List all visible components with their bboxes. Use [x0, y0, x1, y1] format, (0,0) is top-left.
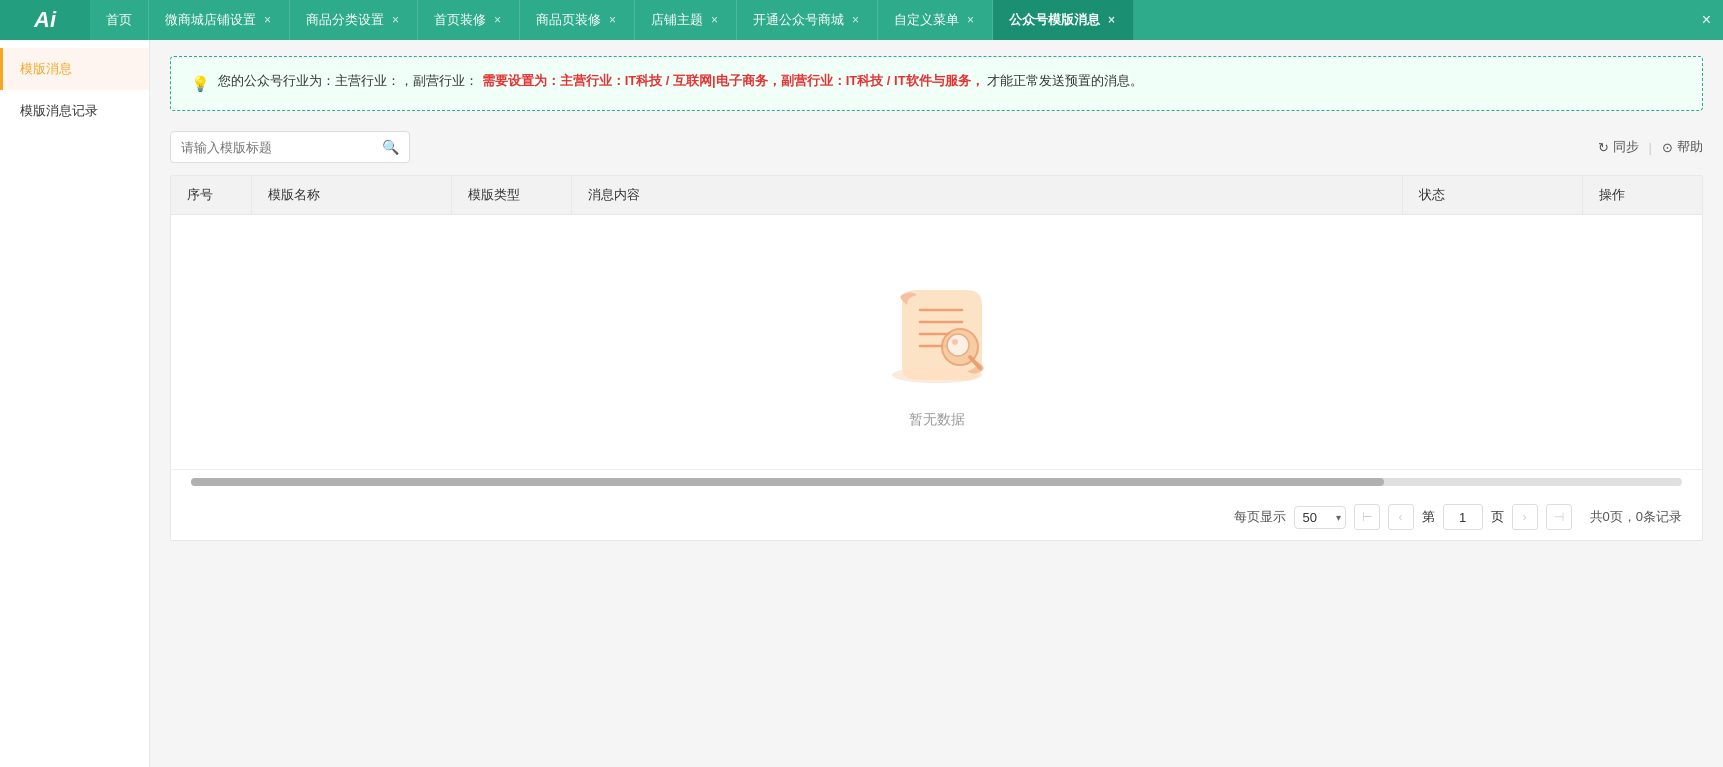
search-actions: ↻ 同步 | ⊙ 帮助 [1598, 138, 1703, 156]
info-banner-text: 您的公众号行业为：主营行业：，副营行业： 需要设置为：主营行业：IT科技 / 互… [218, 71, 1143, 92]
table-container: 序号模版名称模版类型消息内容状态操作 [170, 175, 1703, 541]
table-head: 序号模版名称模版类型消息内容状态操作 [171, 176, 1702, 215]
total-info: 共0页，0条记录 [1590, 508, 1682, 526]
nav-tab-close-5[interactable]: × [709, 13, 720, 27]
search-bar: 🔍 ↻ 同步 | ⊙ 帮助 [170, 131, 1703, 163]
top-nav: Ai 首页微商城店铺设置×商品分类设置×首页装修×商品页装修×店铺主题×开通公众… [0, 0, 1723, 40]
empty-illustration [872, 275, 1002, 395]
sidebar-item-1[interactable]: 模版消息记录 [0, 90, 149, 132]
content-area: 💡 您的公众号行业为：主营行业：，副营行业： 需要设置为：主营行业：IT科技 /… [150, 40, 1723, 767]
sync-label: 同步 [1613, 138, 1639, 156]
nav-tab-5[interactable]: 店铺主题× [635, 0, 737, 40]
data-table: 序号模版名称模版类型消息内容状态操作 [171, 176, 1702, 215]
nav-tab-7[interactable]: 自定义菜单× [878, 0, 993, 40]
per-page-select[interactable]: 50 20 100 [1294, 506, 1346, 529]
help-button[interactable]: ⊙ 帮助 [1662, 138, 1703, 156]
divider: | [1649, 140, 1652, 155]
logo-text: Ai [34, 7, 56, 33]
search-input-wrap[interactable]: 🔍 [170, 131, 410, 163]
table-header-col-5: 操作 [1582, 176, 1702, 215]
search-icon[interactable]: 🔍 [382, 139, 399, 155]
scroll-bar[interactable] [191, 478, 1682, 486]
nav-tab-close-3[interactable]: × [492, 13, 503, 27]
page-unit: 页 [1491, 508, 1504, 526]
sidebar: 模版消息模版消息记录 [0, 40, 150, 767]
nav-tab-close-8[interactable]: × [1106, 13, 1117, 27]
svg-point-6 [947, 334, 969, 356]
info-banner-prefix: 您的公众号行业为：主营行业：，副营行业： [218, 73, 478, 88]
info-banner-highlight: 需要设置为：主营行业：IT科技 / 互联网|电子商务，副营行业：IT科技 / I… [482, 73, 984, 88]
page-label: 第 [1422, 508, 1435, 526]
nav-tab-2[interactable]: 商品分类设置× [290, 0, 418, 40]
scroll-bar-thumb [191, 478, 1384, 486]
nav-tab-1[interactable]: 微商城店铺设置× [149, 0, 290, 40]
table-header-row: 序号模版名称模版类型消息内容状态操作 [171, 176, 1702, 215]
svg-point-8 [952, 339, 958, 345]
close-all-button[interactable]: × [1690, 11, 1723, 29]
scroll-bar-wrap [171, 469, 1702, 494]
sync-icon: ↻ [1598, 140, 1609, 155]
table-header-col-3: 消息内容 [571, 176, 1402, 215]
search-input[interactable] [181, 140, 382, 155]
sidebar-item-0[interactable]: 模版消息 [0, 48, 149, 90]
main-layout: 模版消息模版消息记录 💡 您的公众号行业为：主营行业：，副营行业： 需要设置为：… [0, 40, 1723, 767]
sync-button[interactable]: ↻ 同步 [1598, 138, 1639, 156]
nav-tab-close-1[interactable]: × [262, 13, 273, 27]
nav-tab-3[interactable]: 首页装修× [418, 0, 520, 40]
nav-tab-8[interactable]: 公众号模版消息× [993, 0, 1134, 40]
info-banner: 💡 您的公众号行业为：主营行业：，副营行业： 需要设置为：主营行业：IT科技 /… [170, 56, 1703, 111]
info-banner-suffix: 才能正常发送预置的消息。 [987, 73, 1143, 88]
prev-page-button[interactable]: ‹ [1388, 504, 1414, 530]
next-page-button[interactable]: › [1512, 504, 1538, 530]
nav-tab-close-7[interactable]: × [965, 13, 976, 27]
nav-tab-4[interactable]: 商品页装修× [520, 0, 635, 40]
nav-tab-close-4[interactable]: × [607, 13, 618, 27]
empty-text: 暂无数据 [909, 411, 965, 429]
table-header-col-2: 模版类型 [451, 176, 571, 215]
table-header-col-4: 状态 [1402, 176, 1582, 215]
page-input[interactable] [1443, 504, 1483, 530]
nav-tab-6[interactable]: 开通公众号商城× [737, 0, 878, 40]
bulb-icon: 💡 [191, 72, 210, 96]
nav-tabs: 首页微商城店铺设置×商品分类设置×首页装修×商品页装修×店铺主题×开通公众号商城… [90, 0, 1690, 40]
nav-tab-close-6[interactable]: × [850, 13, 861, 27]
nav-tab-close-2[interactable]: × [390, 13, 401, 27]
per-page-label: 每页显示 [1234, 508, 1286, 526]
empty-state: 暂无数据 [171, 215, 1702, 469]
nav-tab-0[interactable]: 首页 [90, 0, 149, 40]
pagination: 每页显示 50 20 100 ▾ ⊢ ‹ 第 页 › ⊣ 共0页，0条记录 [171, 494, 1702, 540]
per-page-wrap: 50 20 100 ▾ [1294, 506, 1346, 529]
last-page-button[interactable]: ⊣ [1546, 504, 1572, 530]
help-label: 帮助 [1677, 138, 1703, 156]
help-icon: ⊙ [1662, 140, 1673, 155]
table-header-col-0: 序号 [171, 176, 251, 215]
table-header-col-1: 模版名称 [251, 176, 451, 215]
logo: Ai [0, 0, 90, 40]
first-page-button[interactable]: ⊢ [1354, 504, 1380, 530]
